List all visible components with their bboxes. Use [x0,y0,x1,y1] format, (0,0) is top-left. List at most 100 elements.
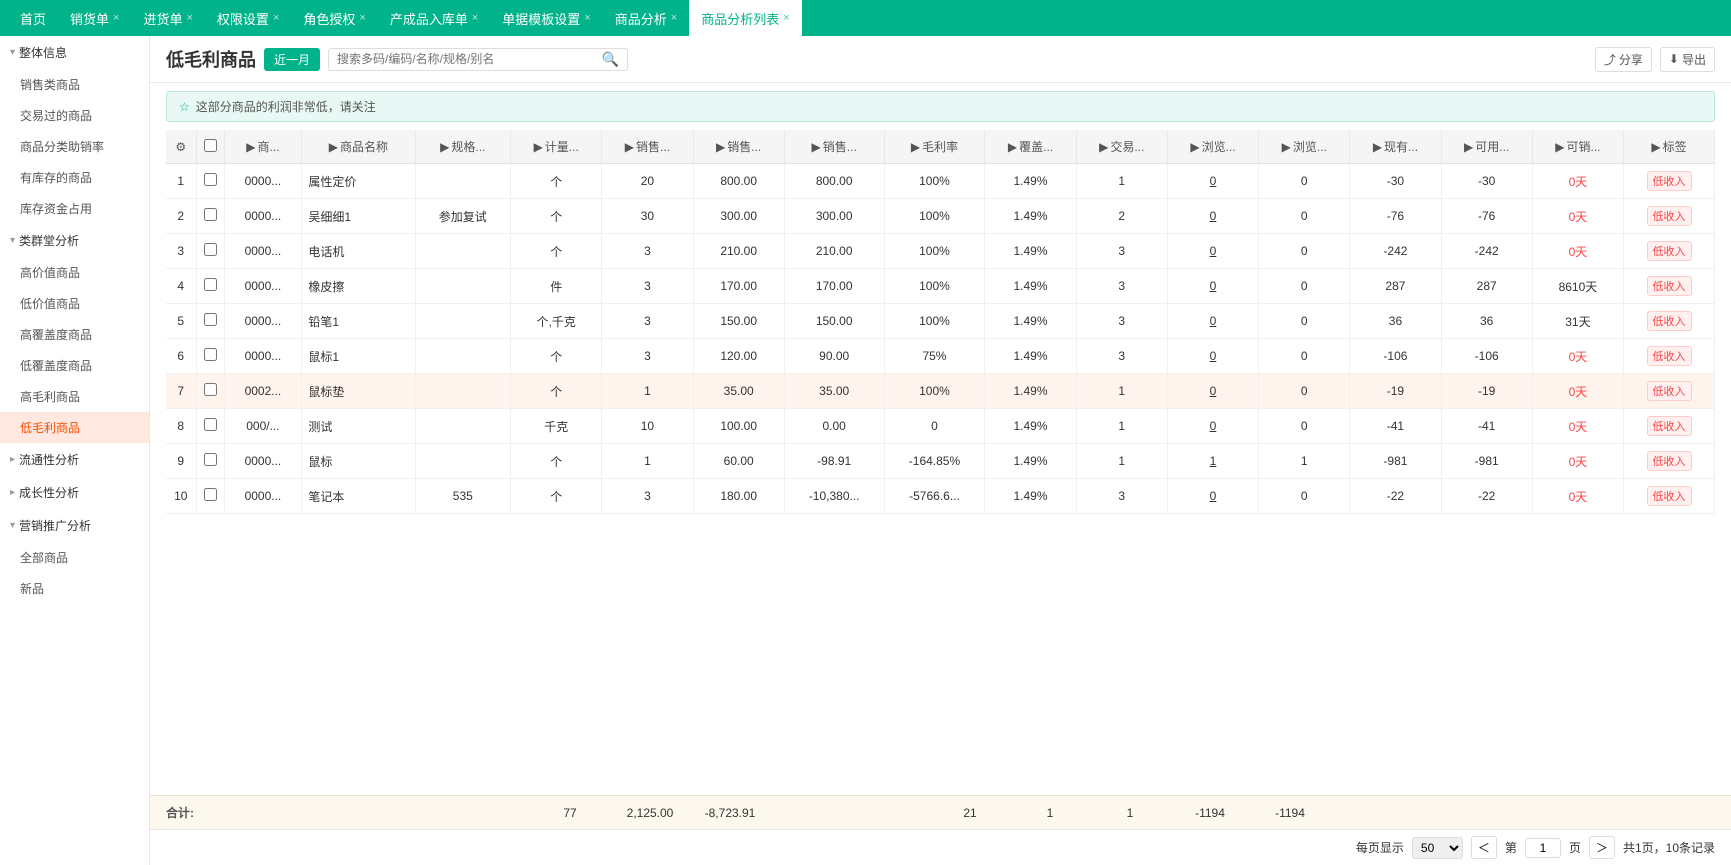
search-box[interactable]: 🔍 [328,48,628,71]
row-select-checkbox[interactable] [204,348,217,361]
row-browse-cnt1[interactable]: 0 [1167,339,1258,374]
close-icon[interactable]: × [472,12,478,24]
col-settings[interactable]: ⚙ [166,130,196,164]
close-icon[interactable]: × [783,12,789,24]
sidebar-item-low-value[interactable]: 低价值商品 [0,288,149,319]
col-cover-rate-header[interactable]: ▶覆盖... [985,130,1076,164]
row-select-checkbox[interactable] [204,243,217,256]
row-select-checkbox[interactable] [204,173,217,186]
row-browse-cnt1[interactable]: 0 [1167,164,1258,199]
row-checkbox[interactable] [196,374,224,409]
row-browse-cnt1[interactable]: 1 [1167,444,1258,479]
row-checkbox[interactable] [196,164,224,199]
nav-item-analysis-list[interactable]: 商品分析列表 × [689,0,801,36]
select-all-checkbox[interactable] [204,139,217,152]
nav-item-permission[interactable]: 权限设置 × [205,0,291,36]
sidebar-item-high-coverage[interactable]: 高覆盖度商品 [0,319,149,350]
row-checkbox[interactable] [196,409,224,444]
col-trade-cnt-header[interactable]: ▶交易... [1076,130,1167,164]
row-checkbox[interactable] [196,479,224,514]
row-checkbox[interactable] [196,199,224,234]
sidebar-group-cluster[interactable]: ▾ 类群堂分析 [0,224,149,257]
nav-item-role[interactable]: 角色授权 × [291,0,377,36]
page-number-input[interactable] [1525,838,1561,858]
sidebar-group-growth[interactable]: ▸ 成长性分析 [0,476,149,509]
col-stock-now-header[interactable]: ▶现有... [1350,130,1441,164]
row-browse-cnt1[interactable]: 0 [1167,409,1258,444]
col-name-header[interactable]: ▶商品名称 [302,130,415,164]
sidebar-item-high-value[interactable]: 高价值商品 [0,257,149,288]
close-icon[interactable]: × [359,12,365,24]
col-stock-avail-header[interactable]: ▶可用... [1441,130,1532,164]
row-browse-cnt1[interactable]: 0 [1167,199,1258,234]
close-icon[interactable]: × [671,12,677,24]
nav-item-home[interactable]: 首页 [8,0,58,36]
row-browse-cnt1[interactable]: 0 [1167,479,1258,514]
prev-page-button[interactable]: ＜ [1471,836,1497,859]
sidebar-item-new-goods[interactable]: 新品 [0,573,149,604]
nav-item-sales[interactable]: 销货单 × [58,0,131,36]
sidebar-item-all-goods[interactable]: 全部商品 [0,542,149,573]
table-wrapper[interactable]: ⚙ ▶商... ▶商品名称 ▶规格... ▶计量... ▶销售... ▶销售..… [150,130,1731,795]
sidebar-group-overall[interactable]: ▾ 整体信息 [0,36,149,69]
search-input[interactable] [337,52,602,66]
row-checkbox[interactable] [196,269,224,304]
sidebar-item-sales-goods[interactable]: 销售类商品 [0,69,149,100]
row-unit: 个 [511,164,602,199]
row-select-checkbox[interactable] [204,208,217,221]
sidebar-item-high-margin[interactable]: 高毛利商品 [0,381,149,412]
row-select-checkbox[interactable] [204,488,217,501]
col-check-header[interactable] [196,130,224,164]
next-page-button[interactable]: ＞ [1589,836,1615,859]
col-browse-cnt1-header[interactable]: ▶浏览... [1167,130,1258,164]
time-filter-button[interactable]: 近一月 [264,48,320,71]
row-select-checkbox[interactable] [204,383,217,396]
close-icon[interactable]: × [273,12,279,24]
row-browse-cnt1[interactable]: 0 [1167,374,1258,409]
export-button[interactable]: ⬇ 导出 [1660,47,1715,72]
col-unit-header[interactable]: ▶计量... [511,130,602,164]
sidebar-item-low-margin[interactable]: 低毛利商品 [0,412,149,443]
col-gross-rate-header[interactable]: ▶毛利率 [884,130,985,164]
row-sales-amount: -10,380... [784,479,884,514]
col-sales-amount-header[interactable]: ▶销售... [784,130,884,164]
sidebar-item-category-rate[interactable]: 商品分类助销率 [0,131,149,162]
row-select-checkbox[interactable] [204,313,217,326]
sidebar-item-in-stock[interactable]: 有库存的商品 [0,162,149,193]
nav-item-purchase[interactable]: 进货单 × [131,0,204,36]
search-icon[interactable]: 🔍 [602,51,619,68]
sidebar-item-capital[interactable]: 库存资金占用 [0,193,149,224]
row-checkbox[interactable] [196,339,224,374]
row-checkbox[interactable] [196,444,224,479]
col-browse-cnt2-header[interactable]: ▶浏览... [1259,130,1350,164]
share-button[interactable]: ⤴ 分享 [1595,47,1652,72]
close-icon[interactable]: × [186,12,192,24]
col-sales-qty-header[interactable]: ▶销售... [602,130,693,164]
nav-item-product-in[interactable]: 产成品入库单 × [378,0,490,36]
row-checkbox[interactable] [196,234,224,269]
per-page-select[interactable]: 50 100 200 [1412,837,1463,859]
sidebar-group-flow[interactable]: ▸ 流通性分析 [0,443,149,476]
row-browse-cnt1[interactable]: 0 [1167,234,1258,269]
row-index: 4 [166,269,196,304]
row-select-checkbox[interactable] [204,453,217,466]
sidebar-item-low-coverage[interactable]: 低覆盖度商品 [0,350,149,381]
row-browse-cnt1[interactable]: 0 [1167,269,1258,304]
sidebar-item-traded-goods[interactable]: 交易过的商品 [0,100,149,131]
row-checkbox[interactable] [196,304,224,339]
col-stock-sale-header[interactable]: ▶可销... [1532,130,1623,164]
col-code-header[interactable]: ▶商... [224,130,302,164]
row-select-checkbox[interactable] [204,278,217,291]
row-select-checkbox[interactable] [204,418,217,431]
col-tag-header[interactable]: ▶标签 [1624,130,1715,164]
nav-item-analysis[interactable]: 商品分析 × [603,0,689,36]
col-sales-price-header[interactable]: ▶销售... [693,130,784,164]
row-browse-cnt1[interactable]: 0 [1167,304,1258,339]
close-icon[interactable]: × [584,12,590,24]
sidebar-group-marketing[interactable]: ▾ 营销推广分析 [0,509,149,542]
content-header: 低毛利商品 近一月 🔍 ⤴ 分享 ⬇ 导出 [150,36,1731,83]
close-icon[interactable]: × [113,12,119,24]
col-spec-header[interactable]: ▶规格... [415,130,511,164]
nav-item-template[interactable]: 单据模板设置 × [490,0,602,36]
content-area: 低毛利商品 近一月 🔍 ⤴ 分享 ⬇ 导出 ☆ 这部分商品的利润非常低，请关注 [150,36,1731,865]
